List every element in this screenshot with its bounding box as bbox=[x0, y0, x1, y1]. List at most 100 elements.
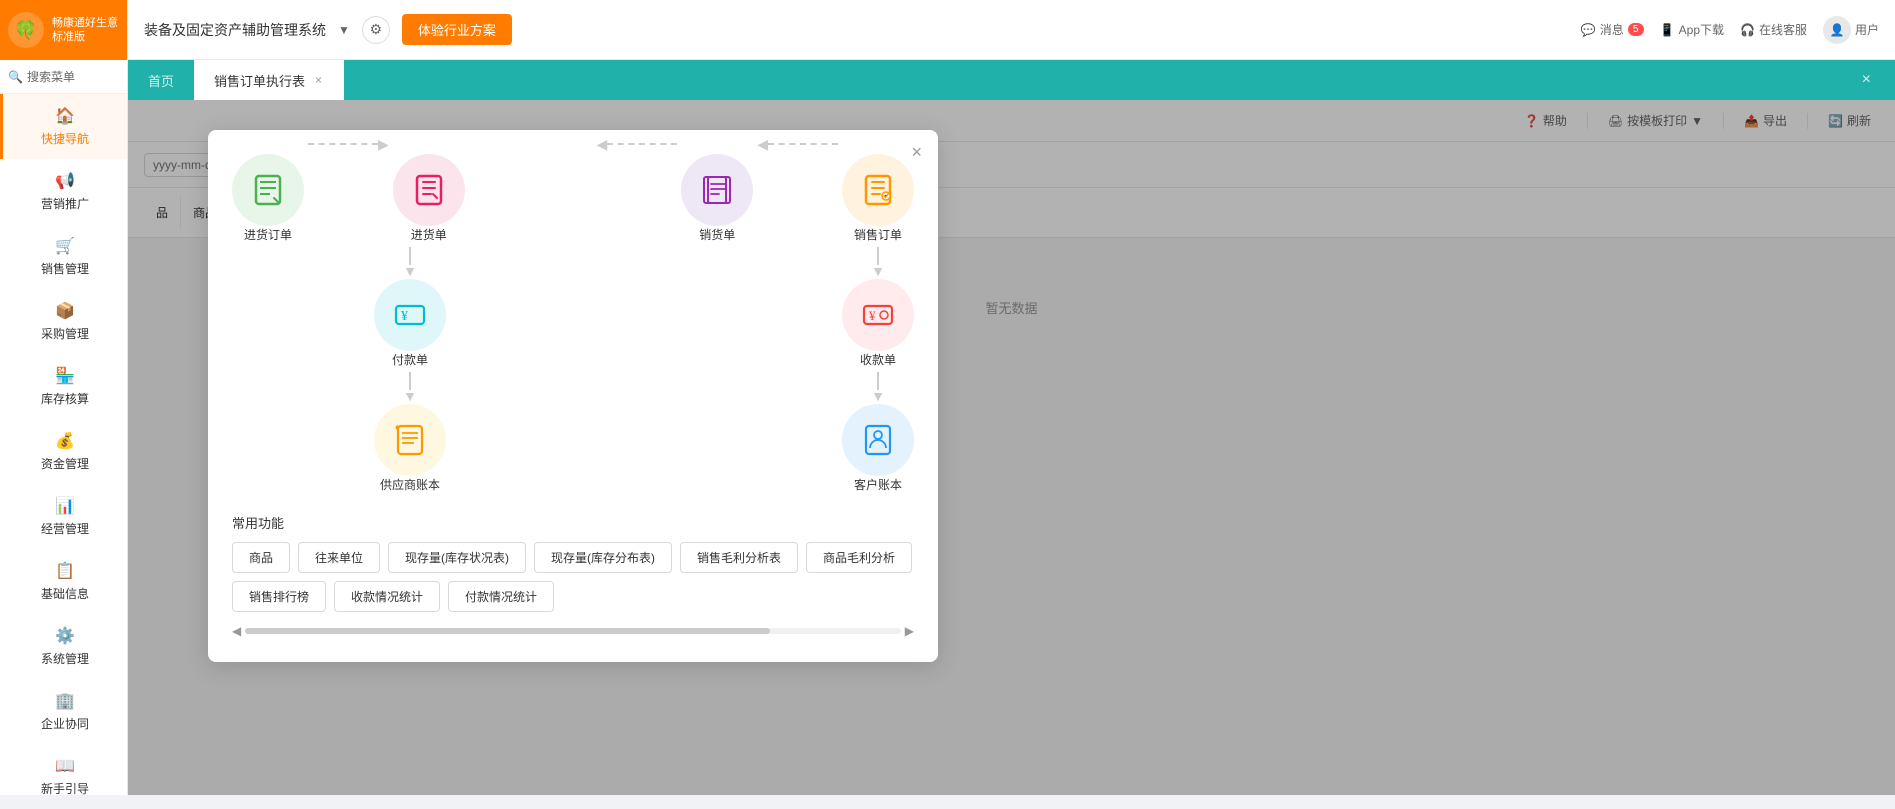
sidebar-logo: 🍀 畅康通好生意 标准版 bbox=[0, 0, 127, 60]
arrow-down-supplier: ▼ bbox=[374, 372, 446, 404]
flow-col-payment: ¥ 付款单 bbox=[374, 279, 446, 368]
purchase-order-icon[interactable] bbox=[232, 154, 304, 226]
topbar: 装备及固定资产辅助管理系统 ▼ ⚙ 体验行业方案 💬 消息 5 📱 App下载 … bbox=[128, 0, 1895, 60]
arrow-down-receipt: ▼ bbox=[842, 247, 914, 279]
btn-stock-status[interactable]: 现存量(库存状况表) bbox=[388, 542, 526, 573]
btn-sales-ranking[interactable]: 销售排行榜 bbox=[232, 581, 326, 612]
flow-col-sales-bill: 销货单 bbox=[681, 154, 753, 243]
sidebar-item-sales[interactable]: 🛒 销售管理 bbox=[0, 224, 127, 289]
supplier-ledger-icon[interactable] bbox=[374, 404, 446, 476]
message-badge: 5 bbox=[1628, 23, 1644, 36]
service-icon: 🎧 bbox=[1740, 23, 1755, 37]
purchase-bill-icon[interactable] bbox=[393, 154, 465, 226]
customer-ledger-label: 客户账本 bbox=[854, 476, 902, 493]
common-functions: 常用功能 商品 往来单位 现存量(库存状况表) 现存量(库存分布表) 销售毛利分… bbox=[232, 513, 914, 612]
app-download-btn[interactable]: 📱 App下载 bbox=[1660, 21, 1724, 38]
common-btns-row1: 商品 往来单位 现存量(库存状况表) 现存量(库存分布表) 销售毛利分析表 商品… bbox=[232, 542, 914, 573]
trial-btn[interactable]: 体验行业方案 bbox=[402, 14, 512, 45]
scrollbar-track bbox=[245, 628, 901, 634]
system-name: 装备及固定资产辅助管理系统 bbox=[144, 20, 326, 40]
content-area: ❓ 帮助 🖨 按模板打印 ▼ 📤 导出 🔄 刷新 bbox=[128, 100, 1895, 795]
sales-order-label: 销售订单 bbox=[854, 226, 902, 243]
common-btns-row2: 销售排行榜 收款情况统计 付款情况统计 bbox=[232, 581, 914, 612]
btn-counterpart[interactable]: 往来单位 bbox=[298, 542, 380, 573]
sidebar-item-new-user[interactable]: 📖 新手引导 bbox=[0, 744, 127, 809]
tab-close-btn[interactable]: × bbox=[313, 71, 324, 89]
common-functions-title: 常用功能 bbox=[232, 513, 914, 532]
search-icon: 🔍 bbox=[8, 70, 23, 84]
btn-receipt-stats[interactable]: 收款情况统计 bbox=[334, 581, 440, 612]
payment-icon[interactable]: ¥ bbox=[374, 279, 446, 351]
settings-icon[interactable]: ⚙ bbox=[362, 16, 390, 44]
inventory-icon: 🏪 bbox=[55, 366, 75, 386]
topbar-dropdown[interactable]: ▼ bbox=[338, 23, 350, 37]
modal-close-btn[interactable]: × bbox=[911, 142, 922, 163]
sidebar-item-basic-info[interactable]: 📋 基础信息 bbox=[0, 549, 127, 614]
sales-bill-label: 销货单 bbox=[699, 226, 735, 243]
btn-product-profit[interactable]: 商品毛利分析 bbox=[806, 542, 912, 573]
logo-icon: 🍀 bbox=[8, 12, 44, 48]
flow-col-supplier-ledger: 供应商账本 bbox=[374, 404, 446, 493]
scroll-left-btn[interactable]: ◀ bbox=[232, 624, 241, 638]
system-icon: ⚙️ bbox=[55, 626, 75, 646]
tabbar: 首页 销售订单执行表 × × bbox=[128, 60, 1895, 100]
avatar: 👤 bbox=[1823, 16, 1851, 44]
flow-modal: × 进货订单 bbox=[208, 130, 938, 662]
tab-home[interactable]: 首页 bbox=[128, 60, 194, 100]
sidebar-item-inventory[interactable]: 🏪 库存核算 bbox=[0, 354, 127, 419]
operations-icon: 📊 bbox=[55, 496, 75, 516]
sidebar-item-marketing[interactable]: 📢 营销推广 bbox=[0, 159, 127, 224]
sales-order-icon[interactable] bbox=[842, 154, 914, 226]
flow-col-sales-order: 销售订单 bbox=[842, 154, 914, 243]
user-menu[interactable]: 👤 用户 bbox=[1823, 16, 1879, 44]
receipt-icon[interactable]: ¥ bbox=[842, 279, 914, 351]
customer-ledger-icon[interactable] bbox=[842, 404, 914, 476]
arrow-down-payment: ▼ bbox=[374, 247, 446, 279]
download-icon: 📱 bbox=[1660, 23, 1675, 37]
online-service-btn[interactable]: 🎧 在线客服 bbox=[1740, 21, 1807, 38]
sales-bill-icon[interactable] bbox=[681, 154, 753, 226]
arrow-down-customer: ▼ bbox=[842, 372, 914, 404]
sidebar: 🍀 畅康通好生意 标准版 🔍 搜索菜单 🏠 快捷导航 📢 营销推广 🛒 销售管理… bbox=[0, 0, 128, 795]
sidebar-item-purchase[interactable]: 📦 采购管理 bbox=[0, 289, 127, 354]
modal-scrollbar: ◀ ▶ bbox=[232, 624, 914, 638]
svg-text:¥: ¥ bbox=[401, 309, 408, 324]
receipt-label: 收款单 bbox=[860, 351, 896, 368]
new-user-icon: 📖 bbox=[55, 756, 75, 776]
payment-label: 付款单 bbox=[392, 351, 428, 368]
flow-col-customer-ledger: 客户账本 bbox=[842, 404, 914, 493]
scrollbar-thumb[interactable] bbox=[245, 628, 769, 634]
supplier-ledger-label: 供应商账本 bbox=[380, 476, 440, 493]
finance-icon: 💰 bbox=[55, 431, 75, 451]
purchase-order-label: 进货订单 bbox=[244, 226, 292, 243]
home-icon: 🏠 bbox=[55, 106, 75, 126]
purchase-icon: 📦 bbox=[55, 301, 75, 321]
btn-stock-dist[interactable]: 现存量(库存分布表) bbox=[534, 542, 672, 573]
message-icon: 💬 bbox=[1581, 23, 1596, 37]
purchase-bill-label: 进货单 bbox=[411, 226, 447, 243]
marketing-icon: 📢 bbox=[55, 171, 75, 191]
flow-diagram: 进货订单 ▶ bbox=[232, 154, 914, 493]
main-content: 装备及固定资产辅助管理系统 ▼ ⚙ 体验行业方案 💬 消息 5 📱 App下载 … bbox=[128, 0, 1895, 795]
sidebar-item-system[interactable]: ⚙️ 系统管理 bbox=[0, 614, 127, 679]
sidebar-item-operations[interactable]: 📊 经营管理 bbox=[0, 484, 127, 549]
scroll-right-btn[interactable]: ▶ bbox=[905, 624, 914, 638]
flow-col-receipt: ¥ 收款单 bbox=[842, 279, 914, 368]
modal-overlay: × 进货订单 bbox=[128, 100, 1895, 795]
btn-sales-profit[interactable]: 销售毛利分析表 bbox=[680, 542, 798, 573]
message-btn[interactable]: 💬 消息 5 bbox=[1581, 21, 1644, 38]
sidebar-item-finance[interactable]: 💰 资金管理 bbox=[0, 419, 127, 484]
svg-text:¥: ¥ bbox=[869, 308, 876, 323]
logo-text: 畅康通好生意 标准版 bbox=[52, 16, 118, 45]
sidebar-item-quick-nav[interactable]: 🏠 快捷导航 bbox=[0, 94, 127, 159]
tab-sales-order-exec[interactable]: 销售订单执行表 × bbox=[194, 60, 344, 100]
sales-icon: 🛒 bbox=[55, 236, 75, 256]
enterprise-icon: 🏢 bbox=[55, 691, 75, 711]
sidebar-item-enterprise[interactable]: 🏢 企业协同 bbox=[0, 679, 127, 744]
flow-col-purchase-order: 进货订单 bbox=[232, 154, 304, 243]
tab-bar-close[interactable]: × bbox=[1862, 71, 1883, 89]
btn-payment-stats[interactable]: 付款情况统计 bbox=[448, 581, 554, 612]
sidebar-search[interactable]: 🔍 搜索菜单 bbox=[0, 60, 127, 94]
btn-product[interactable]: 商品 bbox=[232, 542, 290, 573]
flow-col-purchase-bill: 进货单 bbox=[393, 154, 465, 243]
